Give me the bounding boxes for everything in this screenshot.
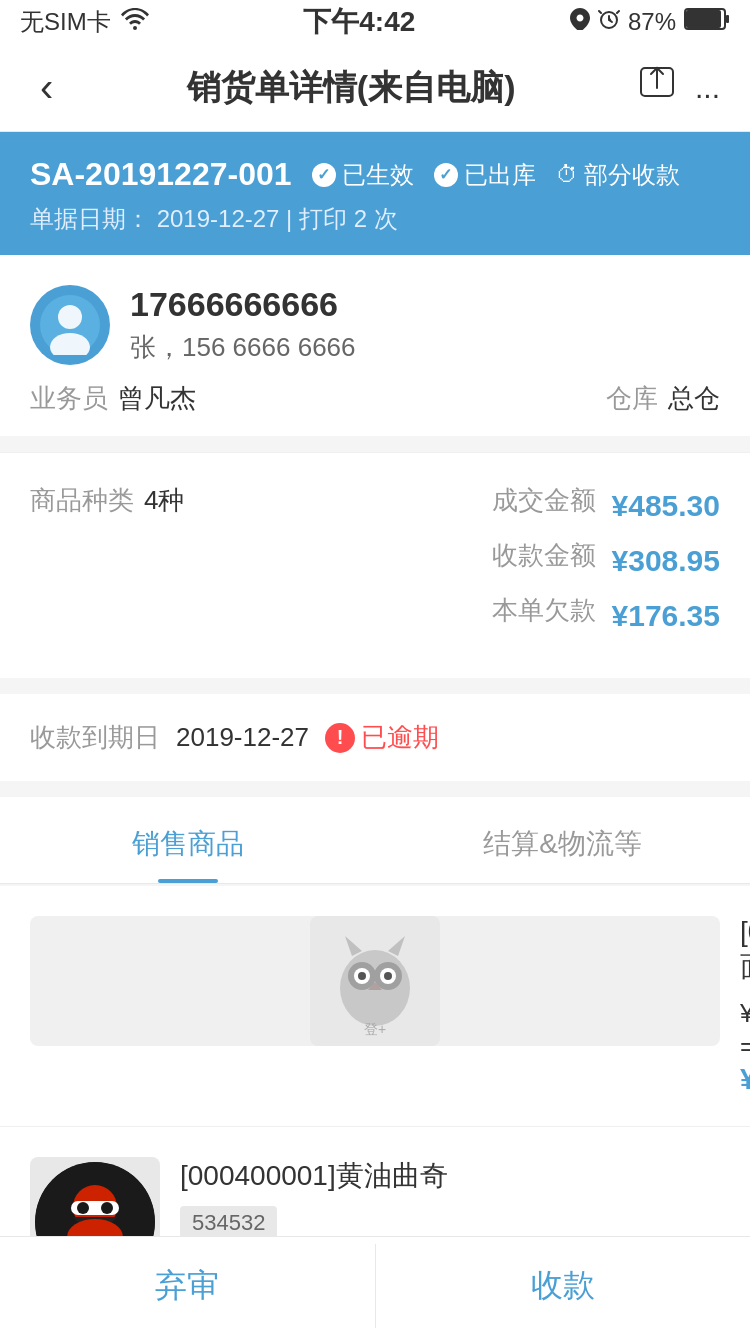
warehouse-label: 仓库 xyxy=(606,381,658,416)
page-title: 销货单详情(来自电脑) xyxy=(187,65,516,111)
debt-amount: ¥176.35 xyxy=(612,599,720,633)
check-icon-effected: ✓ xyxy=(312,163,336,187)
customer-section: 17666666666 张，156 6666 6666 业务员 曾凡杰 仓库 总… xyxy=(0,255,750,436)
stats-section: 商品种类 4种 成交金额 ¥485.30 收款金额 ¥308.95 本单欠款 ¥… xyxy=(0,452,750,678)
tab-sales-products[interactable]: 销售商品 xyxy=(0,797,375,883)
battery-percent: 87% xyxy=(628,8,676,36)
due-label: 收款到期日 xyxy=(30,720,160,755)
deal-amount: ¥485.30 xyxy=(612,489,720,523)
product-name-cookie: [000400001]黄油曲奇 xyxy=(180,1157,720,1195)
print-label: | 打印 xyxy=(286,205,347,232)
status-partial: ⏱ 部分收款 xyxy=(556,159,680,191)
product-info-bread: [0000002]面包 ¥40 x 5袋 = ¥199.99 xyxy=(740,916,750,1096)
sales-name: 曾凡杰 xyxy=(118,381,196,416)
overdue-text: 已逾期 xyxy=(361,720,439,755)
svg-rect-2 xyxy=(686,10,721,28)
product-type-value: 4种 xyxy=(144,483,184,518)
due-section: 收款到期日 2019-12-27 ! 已逾期 xyxy=(0,694,750,781)
overdue-badge: ! 已逾期 xyxy=(325,720,439,755)
customer-id: 17666666666 xyxy=(130,285,356,324)
overdue-icon: ! xyxy=(325,723,355,753)
date-label: 单据日期： xyxy=(30,205,150,232)
back-button[interactable]: ‹ xyxy=(30,55,63,120)
total-bread: ¥199.99 xyxy=(740,1062,750,1095)
svg-rect-3 xyxy=(726,15,729,23)
svg-text:登+: 登+ xyxy=(364,1021,386,1037)
location-icon xyxy=(570,8,590,36)
tabs-section: 销售商品 结算&物流等 xyxy=(0,797,750,884)
status-bar: 无SIM卡 下午4:42 87% xyxy=(0,0,750,44)
nav-bar: ‹ 销货单详情(来自电脑) ... xyxy=(0,44,750,132)
debt-label: 本单欠款 xyxy=(492,593,596,628)
due-date: 2019-12-27 xyxy=(176,722,309,753)
deal-amount-label: 成交金额 xyxy=(492,483,596,518)
status-time: 下午4:42 xyxy=(303,3,415,41)
product-price-bread: ¥40 x 5袋 = ¥199.99 xyxy=(740,996,750,1096)
customer-meta: 业务员 曾凡杰 仓库 总仓 xyxy=(30,381,720,416)
customer-name: 张，156 6666 6666 xyxy=(130,330,356,365)
check-icon-shipped: ✓ xyxy=(434,163,458,187)
status-left: 无SIM卡 xyxy=(20,6,149,38)
nav-actions: ... xyxy=(639,66,720,109)
header-banner: SA-20191227-001 ✓ 已生效 ✓ 已出库 ⏱ 部分收款 单据日期：… xyxy=(0,132,750,255)
order-date: 2019-12-27 xyxy=(157,205,280,232)
avatar xyxy=(30,285,110,365)
svg-point-7 xyxy=(58,305,82,329)
collect-amount-label: 收款金额 xyxy=(492,538,596,573)
svg-point-26 xyxy=(101,1202,113,1214)
tab-settlement[interactable]: 结算&物流等 xyxy=(375,797,750,883)
equals-bread: = xyxy=(740,1031,750,1061)
status-right: 87% xyxy=(570,8,730,36)
print-unit: 次 xyxy=(374,205,398,232)
alarm-icon xyxy=(598,8,620,36)
wifi-icon xyxy=(121,8,149,36)
collect-payment-button[interactable]: 收款 xyxy=(376,1244,751,1328)
status-effected: ✓ 已生效 xyxy=(312,159,414,191)
collect-amount: ¥308.95 xyxy=(612,544,720,578)
cancel-review-button[interactable]: 弃审 xyxy=(0,1244,376,1328)
share-icon[interactable] xyxy=(639,66,675,109)
svg-point-17 xyxy=(358,972,366,980)
product-tag-cookie: 534532 xyxy=(180,1206,277,1240)
header-date-row: 单据日期： 2019-12-27 | 打印 2 次 xyxy=(30,203,720,235)
product-thumb-bread: 登+ xyxy=(30,916,720,1046)
warehouse-name: 总仓 xyxy=(668,381,720,416)
product-name-bread: [0000002]面包 xyxy=(740,916,750,986)
svg-point-25 xyxy=(77,1202,89,1214)
amount-section: 成交金额 ¥485.30 收款金额 ¥308.95 本单欠款 ¥176.35 xyxy=(492,483,720,648)
sales-label: 业务员 xyxy=(30,381,108,416)
print-count: 2 xyxy=(354,205,367,232)
order-id: SA-20191227-001 xyxy=(30,156,292,193)
clock-icon: ⏱ xyxy=(556,162,578,188)
carrier-text: 无SIM卡 xyxy=(20,6,111,38)
battery-icon xyxy=(684,8,730,36)
svg-point-18 xyxy=(384,972,392,980)
product-item: 登+ [0000002]面包 ¥40 x 5袋 = ¥199.99 xyxy=(0,886,750,1127)
status-shipped: ✓ 已出库 xyxy=(434,159,536,191)
more-icon[interactable]: ... xyxy=(695,71,720,105)
price-base-bread: ¥40 x xyxy=(740,998,750,1028)
bottom-actions: 弃审 收款 xyxy=(0,1236,750,1334)
product-type-label: 商品种类 xyxy=(30,483,134,518)
